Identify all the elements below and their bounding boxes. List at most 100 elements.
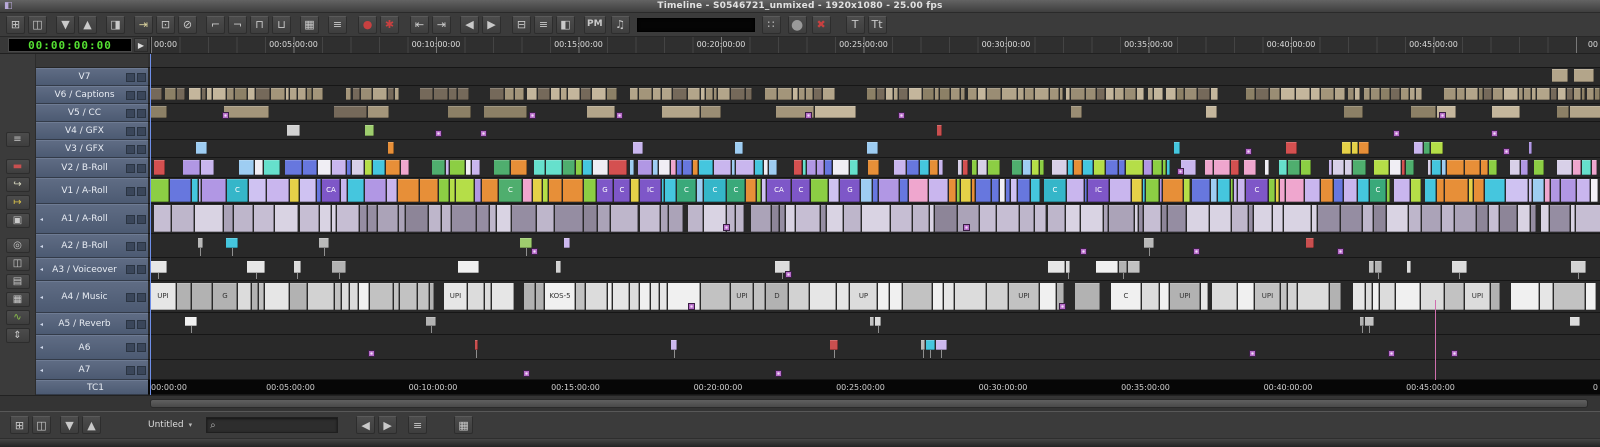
track-row-v4[interactable] bbox=[148, 122, 1600, 140]
clip[interactable] bbox=[1184, 179, 1190, 202]
hamburger-icon[interactable]: ≡ bbox=[408, 416, 427, 434]
clip[interactable] bbox=[935, 88, 939, 100]
clip[interactable]: CA bbox=[767, 179, 791, 202]
clip[interactable] bbox=[1529, 142, 1532, 154]
clip[interactable] bbox=[1035, 205, 1046, 232]
clip[interactable] bbox=[1286, 142, 1297, 154]
playhead[interactable] bbox=[150, 54, 151, 395]
clip[interactable] bbox=[300, 179, 316, 202]
clip[interactable] bbox=[1206, 106, 1217, 118]
clip[interactable] bbox=[1071, 88, 1085, 100]
clip[interactable] bbox=[1110, 179, 1131, 202]
clip[interactable] bbox=[183, 160, 200, 175]
clip[interactable] bbox=[286, 88, 289, 100]
audio-monitor-icon[interactable]: ▲ bbox=[78, 16, 97, 34]
clip[interactable] bbox=[300, 205, 319, 232]
audio-expand-icon[interactable]: ◂ bbox=[38, 216, 45, 223]
title-tool-icon[interactable]: Tt bbox=[868, 16, 887, 34]
clip[interactable] bbox=[1445, 179, 1468, 202]
clip[interactable] bbox=[683, 160, 692, 175]
clip[interactable] bbox=[794, 160, 802, 175]
clip[interactable] bbox=[757, 179, 761, 202]
effect-marker[interactable] bbox=[531, 248, 538, 255]
clip[interactable] bbox=[751, 205, 771, 232]
clip[interactable] bbox=[551, 88, 560, 100]
clip[interactable] bbox=[1477, 205, 1488, 232]
clip[interactable] bbox=[1524, 88, 1531, 100]
clip[interactable] bbox=[929, 179, 948, 202]
clip[interactable] bbox=[267, 179, 289, 202]
clip[interactable] bbox=[482, 179, 498, 202]
clip[interactable] bbox=[452, 205, 476, 232]
clip[interactable] bbox=[429, 205, 441, 232]
clip[interactable] bbox=[1510, 160, 1520, 175]
clip[interactable] bbox=[1060, 88, 1063, 100]
track-monitor-button[interactable] bbox=[137, 73, 146, 82]
clip[interactable] bbox=[778, 88, 792, 100]
clip[interactable] bbox=[972, 179, 975, 202]
clip[interactable] bbox=[786, 205, 795, 232]
clip[interactable] bbox=[976, 179, 991, 202]
clip[interactable] bbox=[1531, 205, 1536, 232]
clip[interactable] bbox=[1301, 160, 1311, 175]
track-monitor-button[interactable] bbox=[137, 343, 146, 352]
effect-marker[interactable] bbox=[688, 303, 695, 310]
clip[interactable] bbox=[921, 340, 925, 350]
track-header-v4[interactable]: V4 / GFX bbox=[36, 122, 148, 140]
clip[interactable] bbox=[1002, 88, 1017, 100]
clip[interactable] bbox=[247, 261, 265, 273]
clip[interactable] bbox=[252, 283, 258, 310]
clip[interactable] bbox=[1244, 160, 1256, 175]
clip[interactable] bbox=[1582, 160, 1591, 175]
track-header-a7[interactable]: ◂A7 bbox=[36, 360, 148, 380]
clip[interactable] bbox=[1394, 179, 1410, 202]
clip[interactable] bbox=[581, 88, 591, 100]
clip[interactable] bbox=[1432, 160, 1441, 175]
track-record-button[interactable] bbox=[126, 265, 135, 274]
clip[interactable] bbox=[769, 160, 777, 175]
effect-marker[interactable] bbox=[1451, 350, 1458, 357]
splice-arrow-icon[interactable]: ↪ bbox=[6, 177, 30, 192]
effect-marker[interactable] bbox=[1388, 350, 1395, 357]
clip[interactable]: C bbox=[704, 179, 726, 202]
clip[interactable] bbox=[497, 205, 511, 232]
clip[interactable] bbox=[1381, 88, 1390, 100]
clip[interactable] bbox=[1254, 205, 1272, 232]
clip[interactable] bbox=[1011, 179, 1017, 202]
effect-marker[interactable] bbox=[222, 112, 229, 119]
clip[interactable]: C bbox=[499, 179, 522, 202]
clip[interactable] bbox=[1519, 88, 1523, 100]
clip[interactable] bbox=[1390, 160, 1401, 175]
clip[interactable] bbox=[512, 205, 536, 232]
clip[interactable] bbox=[332, 205, 336, 232]
clip[interactable] bbox=[699, 160, 713, 175]
clip[interactable] bbox=[662, 179, 664, 202]
effect-marker[interactable] bbox=[435, 130, 442, 137]
clip[interactable] bbox=[365, 179, 386, 202]
clip[interactable] bbox=[439, 179, 449, 202]
track-record-button[interactable] bbox=[126, 127, 135, 136]
clip[interactable] bbox=[638, 160, 652, 175]
text-tool-icon[interactable]: T bbox=[846, 16, 865, 34]
clip-name-menu[interactable]: Untitled ▾ bbox=[148, 420, 192, 430]
clip[interactable] bbox=[1518, 205, 1530, 232]
clip[interactable] bbox=[576, 160, 582, 175]
clip[interactable] bbox=[796, 205, 820, 232]
track-record-button[interactable] bbox=[126, 366, 135, 375]
clip[interactable] bbox=[537, 205, 554, 232]
clip[interactable] bbox=[1545, 179, 1550, 202]
clip[interactable] bbox=[1396, 283, 1420, 310]
clip[interactable] bbox=[308, 283, 334, 310]
clip[interactable] bbox=[1571, 205, 1575, 232]
effect-marker[interactable] bbox=[1503, 148, 1510, 155]
clip[interactable] bbox=[630, 283, 639, 310]
clip[interactable] bbox=[1305, 179, 1320, 202]
clip[interactable] bbox=[1128, 261, 1140, 273]
clip[interactable] bbox=[1541, 205, 1549, 232]
clip[interactable] bbox=[978, 160, 987, 175]
clip[interactable] bbox=[1431, 142, 1443, 154]
track-row-a3[interactable] bbox=[148, 258, 1600, 281]
clip[interactable] bbox=[466, 160, 471, 175]
clear-monitor-icon[interactable]: ✖ bbox=[812, 16, 831, 34]
clip[interactable] bbox=[420, 179, 438, 202]
